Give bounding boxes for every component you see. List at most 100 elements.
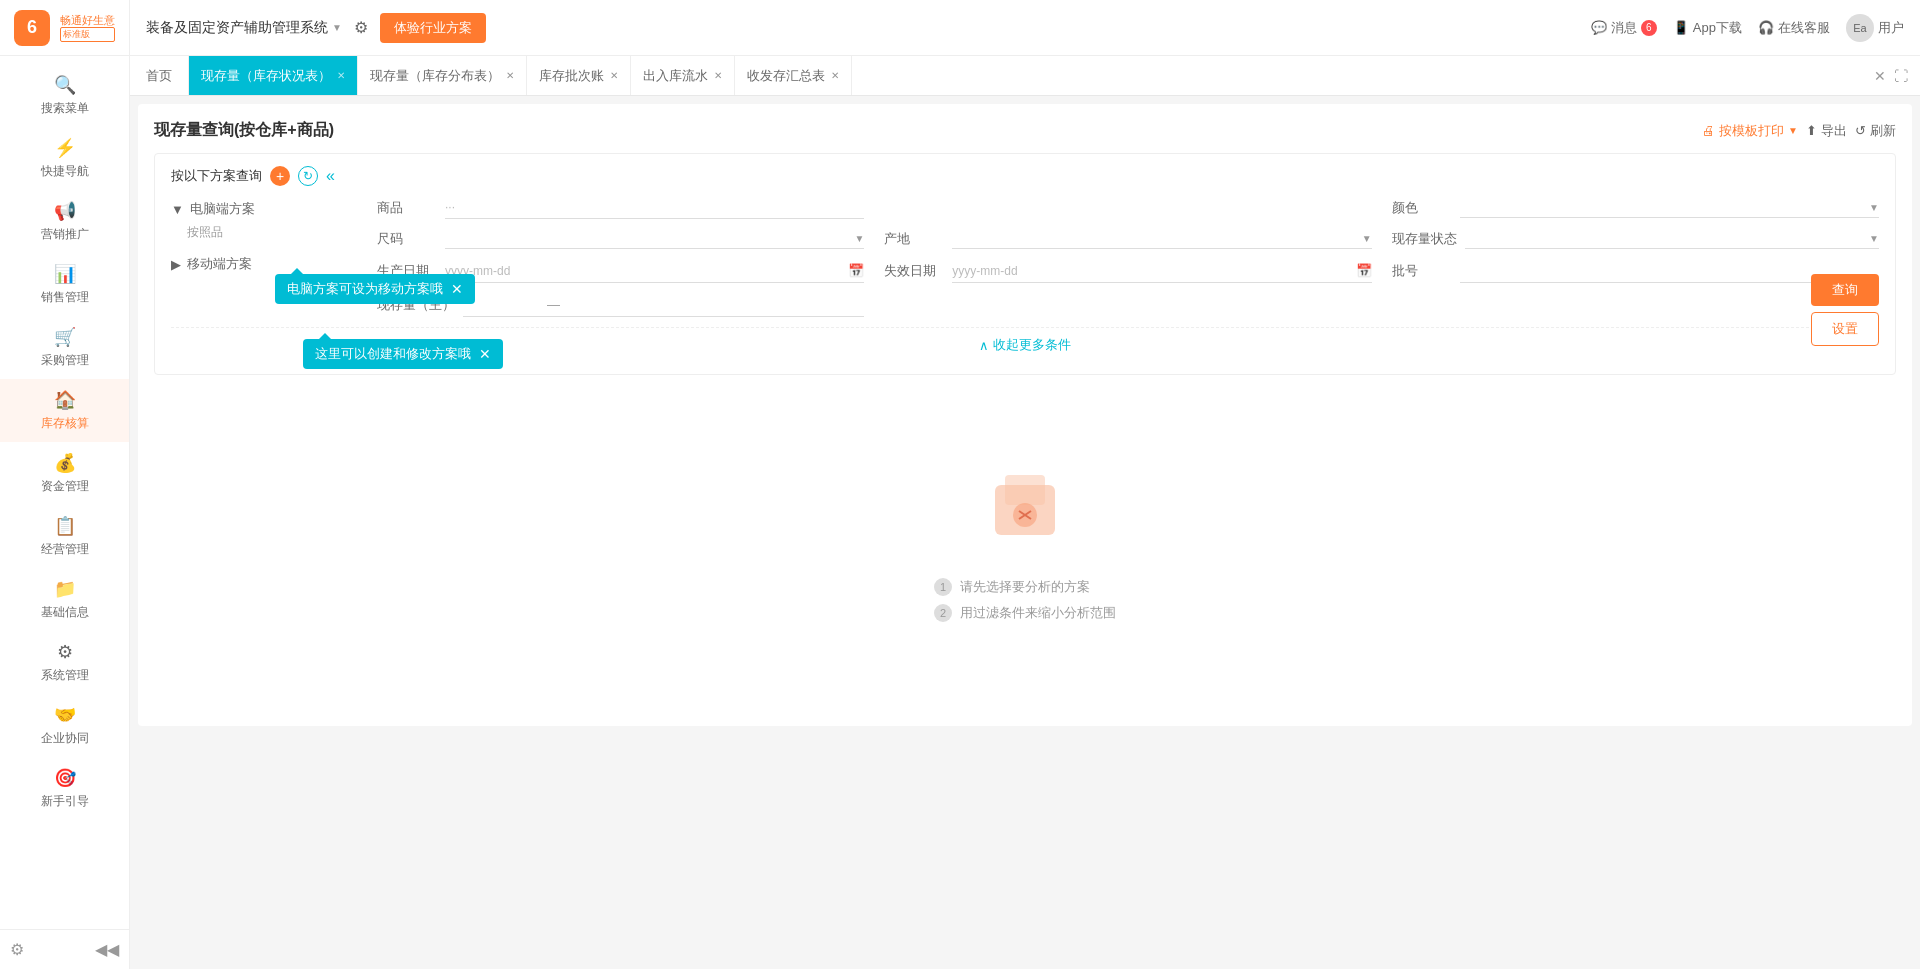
sidebar-item-marketing[interactable]: 📢 营销推广 xyxy=(0,190,129,253)
tab-stock-summary[interactable]: 收发存汇总表 ✕ xyxy=(735,56,852,95)
filter-row-4: 现存量（主） — xyxy=(377,293,1879,317)
sidebar-item-operation[interactable]: 📋 经营管理 xyxy=(0,505,129,568)
tab-inventory-status-close[interactable]: ✕ xyxy=(337,70,345,81)
header-settings-icon[interactable]: ⚙ xyxy=(354,18,368,37)
filter-product-field: 商品 ··· xyxy=(377,196,864,219)
template-dropdown-icon: ▼ xyxy=(1788,125,1798,136)
collab-icon: 🤝 xyxy=(54,704,76,726)
filter-row-2: 尺码 ▼ 产地 ▼ xyxy=(377,229,1879,249)
stock-main-min[interactable] xyxy=(463,297,543,312)
page-title: 现存量查询(按仓库+商品) xyxy=(154,120,334,141)
tab-inventory-dist-close[interactable]: ✕ xyxy=(506,70,514,81)
filter-batch-field: 批号 xyxy=(1392,259,1879,283)
app-download-item[interactable]: 📱 App下载 xyxy=(1673,19,1742,37)
tab-inventory-status[interactable]: 现存量（库存状况表） ✕ xyxy=(189,56,358,95)
user-item[interactable]: Ea 用户 xyxy=(1846,14,1904,42)
tab-batch-close[interactable]: ✕ xyxy=(610,70,618,81)
header: 装备及固定资产辅助管理系统 ▼ ⚙ 体验行业方案 💬 消息 6 📱 App下载 … xyxy=(130,0,1920,56)
experience-button[interactable]: 体验行业方案 xyxy=(380,13,486,43)
filter-add-button[interactable]: + xyxy=(270,166,290,186)
expire-date-input[interactable]: yyyy-mm-dd 📅 xyxy=(952,259,1371,283)
sidebar-item-sales-label: 销售管理 xyxy=(41,289,89,306)
empty-state: 1 请先选择要分析的方案 2 用过滤条件来缩小分析范围 xyxy=(154,375,1896,710)
logo-icon: 6 xyxy=(14,10,50,46)
logo-badge: 标准版 xyxy=(60,27,115,42)
marketing-icon: 📢 xyxy=(54,200,76,222)
scheme-pc-child-1[interactable]: 按照品 xyxy=(187,222,361,243)
sidebar-item-inventory[interactable]: 🏠 库存核算 xyxy=(0,379,129,442)
tab-stock-summary-close[interactable]: ✕ xyxy=(831,70,839,81)
scheme-list-panel: ▼ 电脑端方案 按照品 ▶ 移动端方案 xyxy=(171,196,361,327)
size-select-arrow: ▼ xyxy=(854,233,864,244)
sidebar-item-system[interactable]: ⚙ 系统管理 xyxy=(0,631,129,694)
phone-icon: 📱 xyxy=(1673,20,1689,35)
produce-date-calendar-icon[interactable]: 📅 xyxy=(848,263,864,278)
export-button[interactable]: ⬆ 导出 xyxy=(1806,122,1847,140)
tooltip-2-close[interactable]: ✕ xyxy=(479,346,491,362)
stock-status-select[interactable]: ▼ xyxy=(1465,229,1879,249)
size-label: 尺码 xyxy=(377,230,437,248)
refresh-button[interactable]: ↺ 刷新 xyxy=(1855,122,1896,140)
tab-inventory-dist-label: 现存量（库存分布表） xyxy=(370,67,500,85)
expire-date-label: 失效日期 xyxy=(884,262,944,280)
sidebar-item-purchase[interactable]: 🛒 采购管理 xyxy=(0,316,129,379)
collapse-text: 收起更多条件 xyxy=(993,336,1071,354)
tabs-right: ✕ ⛶ xyxy=(1874,68,1920,84)
stock-main-max[interactable] xyxy=(564,297,644,312)
message-item[interactable]: 💬 消息 6 xyxy=(1591,19,1657,37)
logo-text: 畅通好生意 xyxy=(60,13,115,27)
empty-tip-2-text: 用过滤条件来缩小分析范围 xyxy=(960,604,1116,622)
color-select[interactable]: ▼ xyxy=(1460,198,1879,218)
sidebar-item-basic[interactable]: 📁 基础信息 xyxy=(0,568,129,631)
tab-inout-flow-close[interactable]: ✕ xyxy=(714,70,722,81)
scheme-pc-child-label: 按照品 xyxy=(187,225,223,239)
expire-date-placeholder: yyyy-mm-dd xyxy=(952,264,1017,278)
sidebar-item-nav[interactable]: ⚡ 快捷导航 xyxy=(0,127,129,190)
template-print-label: 按模板打印 xyxy=(1719,122,1784,140)
tabs-bar: 首页 现存量（库存状况表） ✕ 现存量（库存分布表） ✕ 库存批次账 ✕ 出入库… xyxy=(130,56,1920,96)
sidebar-item-collab[interactable]: 🤝 企业协同 xyxy=(0,694,129,757)
sidebar-item-sales[interactable]: 📊 销售管理 xyxy=(0,253,129,316)
tab-batch-label: 库存批次账 xyxy=(539,67,604,85)
search-icon: 🔍 xyxy=(54,74,76,96)
tab-inventory-dist[interactable]: 现存量（库存分布表） ✕ xyxy=(358,56,527,95)
tab-batch[interactable]: 库存批次账 ✕ xyxy=(527,56,631,95)
tooltip-1-close[interactable]: ✕ xyxy=(451,281,463,297)
header-right: 💬 消息 6 📱 App下载 🎧 在线客服 Ea 用户 xyxy=(1591,14,1904,42)
template-print-button[interactable]: 🖨 按模板打印 ▼ xyxy=(1702,122,1798,140)
origin-select[interactable]: ▼ xyxy=(952,229,1371,249)
origin-select-arrow: ▼ xyxy=(1362,233,1372,244)
export-label: 导出 xyxy=(1821,122,1847,140)
expire-date-calendar-icon[interactable]: 📅 xyxy=(1356,263,1372,278)
header-left: 装备及固定资产辅助管理系统 ▼ ⚙ 体验行业方案 xyxy=(146,13,486,43)
query-button[interactable]: 查询 xyxy=(1811,274,1879,306)
settings-bottom-icon[interactable]: ⚙ xyxy=(10,940,24,959)
page-container: 现存量查询(按仓库+商品) 🖨 按模板打印 ▼ ⬆ 导出 ↺ 刷新 xyxy=(138,104,1912,726)
export-icon: ⬆ xyxy=(1806,123,1817,138)
collapse-sidebar-icon[interactable]: ◀◀ xyxy=(95,940,119,959)
tab-close-all-icon[interactable]: ✕ xyxy=(1874,68,1886,84)
sidebar-item-guide[interactable]: 🎯 新手引导 xyxy=(0,757,129,820)
scheme-mobile-label: 移动端方案 xyxy=(187,255,252,273)
produce-date-input[interactable]: yyyy-mm-dd 📅 xyxy=(445,259,864,283)
tab-inout-flow[interactable]: 出入库流水 ✕ xyxy=(631,56,735,95)
printer-icon: 🖨 xyxy=(1702,123,1715,138)
sidebar-item-search[interactable]: 🔍 搜索菜单 xyxy=(0,64,129,127)
filter-cycle-button[interactable]: ↻ xyxy=(298,166,318,186)
scheme-mobile-arrow: ▶ xyxy=(171,257,181,272)
tab-home[interactable]: 首页 xyxy=(130,56,189,95)
empty-tips: 1 请先选择要分析的方案 2 用过滤条件来缩小分析范围 xyxy=(934,578,1116,630)
system-title-select[interactable]: 装备及固定资产辅助管理系统 ▼ xyxy=(146,19,342,37)
set-button[interactable]: 设置 xyxy=(1811,312,1879,346)
tab-fullscreen-icon[interactable]: ⛶ xyxy=(1894,68,1908,84)
filter-label: 按以下方案查询 xyxy=(171,167,262,185)
sidebar-item-marketing-label: 营销推广 xyxy=(41,226,89,243)
sidebar: 6 畅通好生意 标准版 🔍 搜索菜单 ⚡ 快捷导航 📢 营销推广 📊 销售管理 … xyxy=(0,0,130,969)
user-avatar: Ea xyxy=(1846,14,1874,42)
tooltip-scheme-2: 这里可以创建和修改方案哦 ✕ xyxy=(303,339,503,369)
filter-back-button[interactable]: « xyxy=(326,167,335,185)
sidebar-item-finance[interactable]: 💰 资金管理 xyxy=(0,442,129,505)
online-service-item[interactable]: 🎧 在线客服 xyxy=(1758,19,1830,37)
scheme-item-pc[interactable]: ▼ 电脑端方案 xyxy=(171,196,361,222)
size-select[interactable]: ▼ xyxy=(445,229,864,249)
